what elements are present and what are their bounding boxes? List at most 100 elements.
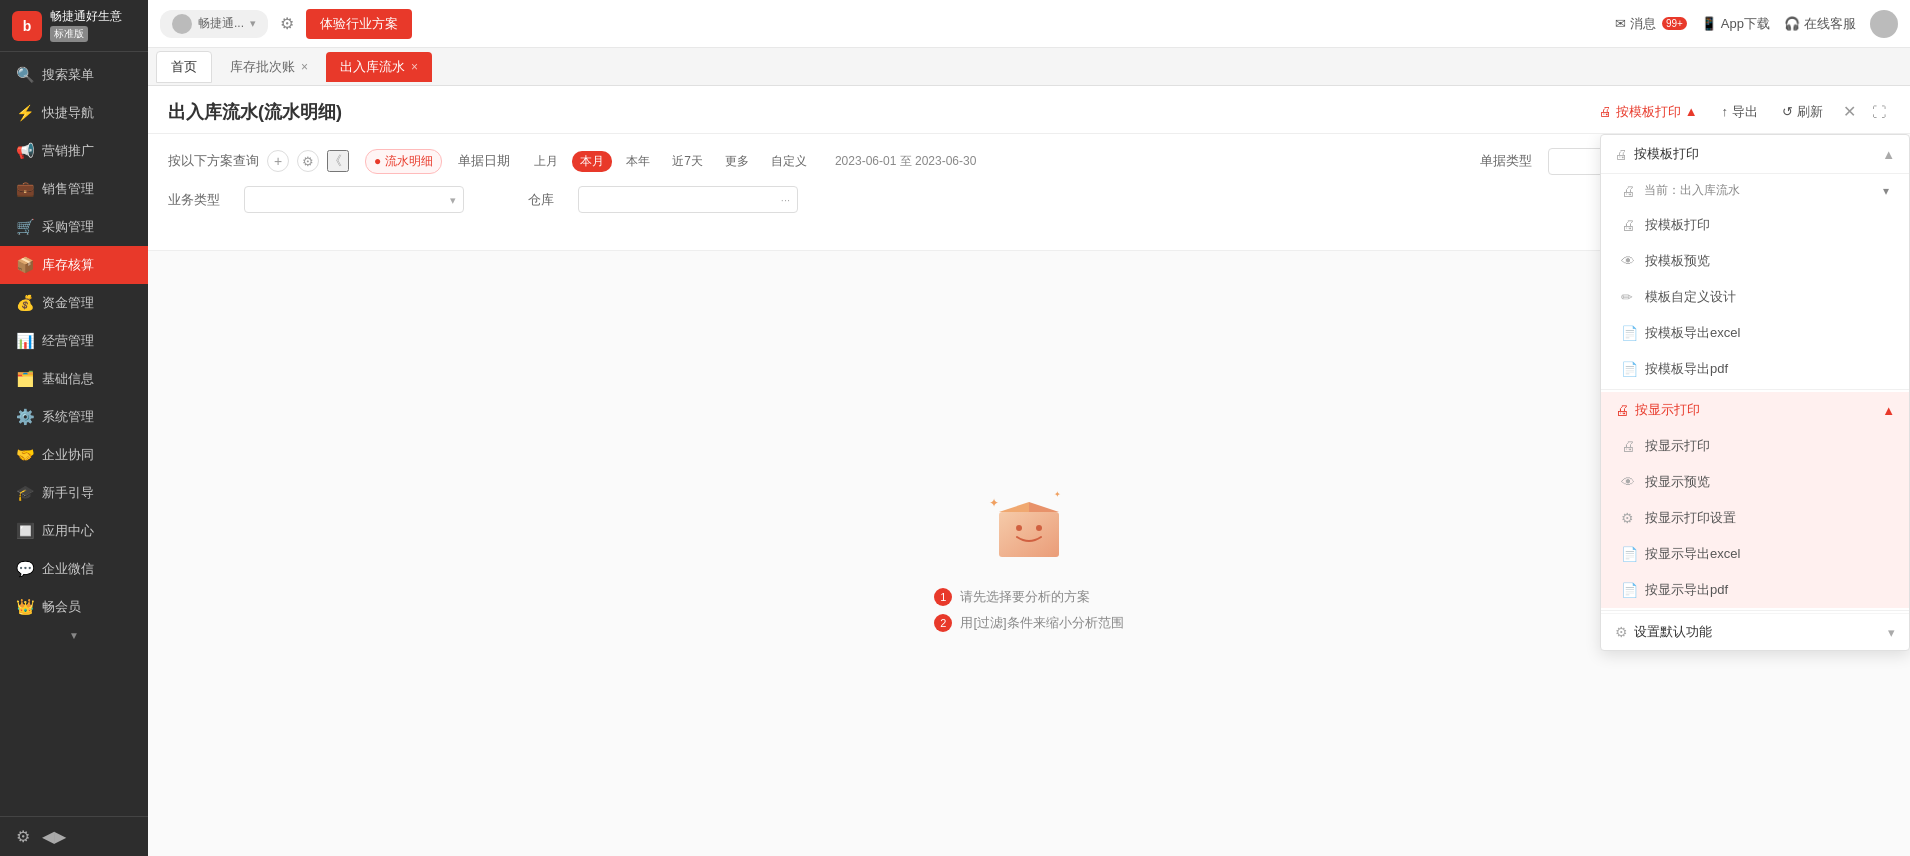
user-chevron-icon: ▾ (250, 17, 256, 30)
template-print-item-label: 按模板打印 (1645, 216, 1710, 234)
date-option-this-month[interactable]: 本月 (572, 151, 612, 172)
nav-icon-sales: 💼 (16, 180, 34, 198)
warehouse-more-icon[interactable]: ··· (781, 194, 790, 206)
display-print-item-icon: 🖨 (1621, 438, 1637, 454)
app-download-btn[interactable]: 📱 App下载 (1701, 15, 1770, 33)
dropdown-current-item: 🖨 当前：出入库流水 ▾ (1601, 174, 1909, 207)
nav-label-basic: 基础信息 (42, 370, 94, 388)
template-excel-label: 按模板导出excel (1645, 324, 1740, 342)
display-section-chevron-icon: ▲ (1882, 403, 1895, 418)
dropdown-item-template-custom[interactable]: ✏ 模板自定义设计 (1601, 279, 1909, 315)
sidebar-item-inventory[interactable]: 📦库存核算 (0, 246, 148, 284)
sidebar-item-wechat[interactable]: 💬企业微信 (0, 550, 148, 588)
dropdown-item-template-preview[interactable]: 👁 按模板预览 (1601, 243, 1909, 279)
page-close-icon[interactable]: ✕ (1839, 98, 1860, 125)
tab-batch-close-icon[interactable]: × (301, 60, 308, 74)
sidebar-item-marketing[interactable]: 📢营销推广 (0, 132, 148, 170)
tab-in-out-close-icon[interactable]: × (411, 60, 418, 74)
dropdown-item-template-pdf[interactable]: 📄 按模板导出pdf (1601, 351, 1909, 387)
template-pdf-icon: 📄 (1621, 361, 1637, 377)
nav-label-search: 搜索菜单 (42, 66, 94, 84)
logo-icon: b (12, 11, 42, 41)
settings-icon[interactable]: ⚙ (16, 827, 30, 846)
settings-filter-btn[interactable]: ⚙ (297, 150, 319, 172)
sidebar-item-purchase[interactable]: 🛒采购管理 (0, 208, 148, 246)
add-filter-btn[interactable]: + (267, 150, 289, 172)
template-pdf-label: 按模板导出pdf (1645, 360, 1728, 378)
template-print-btn[interactable]: 🖨 按模板打印 ▲ (1591, 99, 1706, 125)
sidebar-item-collab[interactable]: 🤝企业协同 (0, 436, 148, 474)
tab-in-out-flow-label: 出入库流水 (340, 58, 405, 76)
warehouse-input[interactable] (578, 186, 798, 213)
sidebar-item-finance[interactable]: 💰资金管理 (0, 284, 148, 322)
sidebar-item-apps[interactable]: 🔲应用中心 (0, 512, 148, 550)
collapse-icon[interactable]: ◀▶ (42, 827, 66, 846)
online-service-btn[interactable]: 🎧 在线客服 (1784, 15, 1856, 33)
date-option-more[interactable]: 更多 (717, 151, 757, 172)
dropdown-item-display-excel[interactable]: 📄 按显示导出excel (1601, 536, 1909, 572)
sidebar-nav: 🔍搜索菜单⚡快捷导航📢营销推广💼销售管理🛒采购管理📦库存核算💰资金管理📊经营管理… (0, 52, 148, 816)
filter-tag[interactable]: ● 流水明细 (365, 149, 442, 174)
dropdown-item-display-pdf[interactable]: 📄 按显示导出pdf (1601, 572, 1909, 608)
refresh-label: 刷新 (1797, 103, 1823, 121)
dropdown-item-display-preview[interactable]: 👁 按显示预览 (1601, 464, 1909, 500)
set-default-section-header[interactable]: ⚙ 设置默认功能 ▾ (1601, 613, 1909, 650)
template-custom-icon: ✏ (1621, 289, 1637, 305)
template-preview-label: 按模板预览 (1645, 252, 1710, 270)
display-pdf-label: 按显示导出pdf (1645, 581, 1728, 599)
dropdown-collapse-icon[interactable]: ▲ (1882, 147, 1895, 162)
sidebar-item-system[interactable]: ⚙️系统管理 (0, 398, 148, 436)
topbar-gear-icon[interactable]: ⚙ (276, 14, 298, 33)
current-chevron-icon: ▾ (1883, 184, 1889, 198)
tab-home[interactable]: 首页 (156, 51, 212, 83)
message-btn[interactable]: ✉ 消息 99+ (1615, 15, 1687, 33)
scroll-down-icon[interactable]: ▼ (69, 630, 79, 641)
refresh-btn[interactable]: ↺ 刷新 (1774, 99, 1831, 125)
sidebar-item-operations[interactable]: 📊经营管理 (0, 322, 148, 360)
sidebar-logo: b 畅捷通好生意 标准版 (0, 0, 148, 52)
dropdown-item-display-print[interactable]: 🖨 按显示打印 (1601, 428, 1909, 464)
dropdown-header: 🖨 按模板打印 ▲ (1601, 135, 1909, 174)
sidebar-item-guide[interactable]: 🎓新手引导 (0, 474, 148, 512)
logo-text-area: 畅捷通好生意 标准版 (50, 9, 122, 43)
nav-icon-system: ⚙️ (16, 408, 34, 426)
dropdown-item-template-excel[interactable]: 📄 按模板导出excel (1601, 315, 1909, 351)
sidebar-item-basic[interactable]: 🗂️基础信息 (0, 360, 148, 398)
dropdown-panel: 🖨 按模板打印 ▲ 🖨 当前：出入库流水 ▾ 🖨 按模板打印 👁 (1600, 134, 1910, 651)
filter-actions: 按以下方案查询 + ⚙ 《 (168, 150, 349, 172)
tabbar: 首页 库存批次账 × 出入库流水 × (148, 48, 1910, 86)
message-icon: ✉ (1615, 16, 1626, 31)
user-avatar (172, 14, 192, 34)
doc-type-label: 单据类型 (1480, 152, 1532, 170)
tab-in-out-flow[interactable]: 出入库流水 × (326, 52, 432, 82)
empty-illustration: ✦ ✦ (979, 472, 1079, 572)
display-settings-label: 按显示打印设置 (1645, 509, 1736, 527)
message-badge: 99+ (1662, 17, 1687, 30)
date-option-7days[interactable]: 近7天 (664, 151, 711, 172)
sidebar-item-sales[interactable]: 💼销售管理 (0, 170, 148, 208)
user-selector[interactable]: 畅捷通... ▾ (160, 10, 268, 38)
tab-batch-account[interactable]: 库存批次账 × (216, 52, 322, 82)
date-option-custom[interactable]: 自定义 (763, 151, 815, 172)
step1-text: 请先选择要分析的方案 (960, 584, 1090, 610)
biz-type-select-wrap: ▾ (244, 186, 464, 213)
biz-type-select[interactable] (244, 186, 464, 213)
nav-icon-finance: 💰 (16, 294, 34, 312)
sidebar-item-search[interactable]: 🔍搜索菜单 (0, 56, 148, 94)
date-option-this-year[interactable]: 本年 (618, 151, 658, 172)
export-label: 导出 (1732, 103, 1758, 121)
page-expand-icon[interactable]: ⛶ (1868, 100, 1890, 124)
dropdown-item-display-settings[interactable]: ⚙ 按显示打印设置 (1601, 500, 1909, 536)
sidebar-item-quick-nav[interactable]: ⚡快捷导航 (0, 94, 148, 132)
date-option-prev-month[interactable]: 上月 (526, 151, 566, 172)
step-1: 1 请先选择要分析的方案 (934, 584, 1123, 610)
topbar-avatar[interactable] (1870, 10, 1898, 38)
collapse-filter-btn[interactable]: 《 (327, 150, 349, 172)
dropdown-item-template-print[interactable]: 🖨 按模板打印 (1601, 207, 1909, 243)
trial-btn[interactable]: 体验行业方案 (306, 9, 412, 39)
sidebar-item-member[interactable]: 👑畅会员 (0, 588, 148, 626)
export-btn[interactable]: ↑ 导出 (1714, 99, 1767, 125)
display-print-section-header[interactable]: 🖨 按显示打印 ▲ (1601, 392, 1909, 428)
template-print-item-icon: 🖨 (1621, 217, 1637, 233)
company-name: 畅捷通好生意 (50, 9, 122, 25)
